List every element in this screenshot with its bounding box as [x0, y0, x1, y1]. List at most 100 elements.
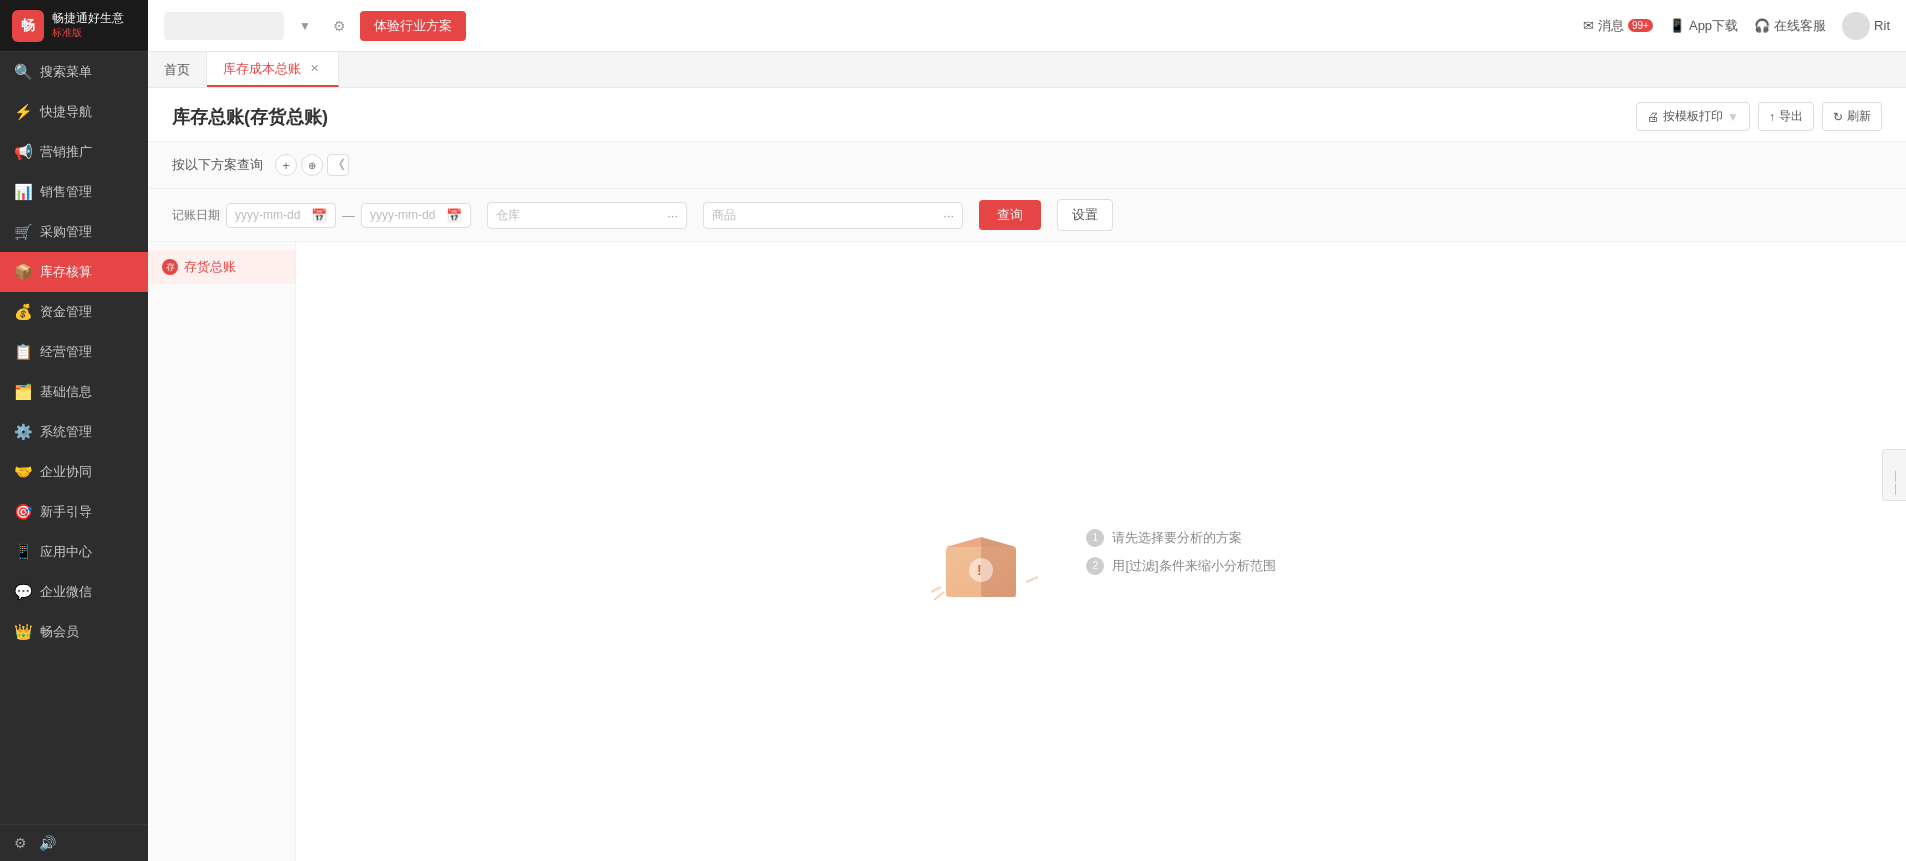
- chart-icon: 📊: [14, 183, 32, 201]
- app-download-button[interactable]: 📱 App下载: [1669, 17, 1738, 35]
- tab-home-label: 首页: [164, 61, 190, 79]
- sidebar-item-quick-nav[interactable]: ⚡ 快捷导航: [0, 92, 148, 132]
- target-icon: 🎯: [14, 503, 32, 521]
- box-icon: 📦: [14, 263, 32, 281]
- svg-marker-2: [981, 537, 1016, 547]
- sidebar-item-label: 采购管理: [40, 223, 92, 241]
- header-right: ✉ 消息 99+ 📱 App下载 🎧 在线客服 Rit: [1583, 12, 1890, 40]
- online-support-button[interactable]: 🎧 在线客服: [1754, 17, 1826, 35]
- sidebar-menu: 🔍 搜索菜单 ⚡ 快捷导航 📢 营销推广 📊 销售管理 🛒 采购管理 📦 库存核…: [0, 52, 148, 824]
- empty-step1-text: 请先选择要分析的方案: [1112, 529, 1242, 547]
- logo-sub: 标准版: [52, 26, 124, 40]
- sidebar-item-label: 库存核算: [40, 263, 92, 281]
- sidebar-item-label: 销售管理: [40, 183, 92, 201]
- print-label: 按模板打印: [1663, 108, 1723, 125]
- sidebar-item-finance[interactable]: 💰 资金管理: [0, 292, 148, 332]
- sidebar-item-member[interactable]: 👑 畅会员: [0, 612, 148, 652]
- nav-settings-btn[interactable]: ⚙: [326, 13, 352, 39]
- footer-icons: ⚙ 🔊: [14, 835, 56, 851]
- tab-inventory-label: 库存成本总账: [223, 60, 301, 78]
- print-dropdown-icon: ▼: [1727, 110, 1739, 124]
- settings-button[interactable]: 设置: [1057, 199, 1113, 231]
- filter-label: 按以下方案查询: [172, 156, 263, 174]
- print-button[interactable]: 🖨 按模板打印 ▼: [1636, 102, 1750, 131]
- avatar: [1842, 12, 1870, 40]
- goods-selector[interactable]: 商品 ···: [703, 202, 963, 229]
- tab-bar: 首页 库存成本总账 ✕: [148, 52, 1906, 88]
- industry-solution-button[interactable]: 体验行业方案: [360, 11, 466, 41]
- sidebar-item-basic[interactable]: 🗂️ 基础信息: [0, 372, 148, 412]
- logo-text: 畅捷通好生意: [52, 11, 124, 27]
- tab-close-icon[interactable]: ✕: [307, 61, 322, 76]
- right-panel-toggle[interactable]: ｜｜: [1882, 449, 1906, 501]
- message-icon: ✉: [1583, 18, 1594, 33]
- clipboard-icon: 📋: [14, 343, 32, 361]
- sidebar-item-wechat[interactable]: 💬 企业微信: [0, 572, 148, 612]
- content-panel: 库存总账(存货总账) 🖨 按模板打印 ▼ ↑ 导出 ↻ 刷新 按以下方案查询: [148, 88, 1906, 861]
- sidebar-item-label: 基础信息: [40, 383, 92, 401]
- app-download-label: App下载: [1689, 17, 1738, 35]
- calendar-end-icon: 📅: [446, 208, 462, 223]
- messages-button[interactable]: ✉ 消息 99+: [1583, 17, 1653, 35]
- filter-collapse-button[interactable]: 《: [327, 154, 349, 176]
- step-num-1: 1: [1086, 529, 1104, 547]
- sidebar-item-system[interactable]: ⚙️ 系统管理: [0, 412, 148, 452]
- tab-inventory-ledger[interactable]: 库存成本总账 ✕: [207, 52, 339, 87]
- page-actions: 🖨 按模板打印 ▼ ↑ 导出 ↻ 刷新: [1636, 102, 1882, 131]
- sidebar-item-search[interactable]: 🔍 搜索菜单: [0, 52, 148, 92]
- audio-footer-icon[interactable]: 🔊: [39, 835, 56, 851]
- date-label: 记账日期: [172, 207, 220, 224]
- sidebar-item-sales[interactable]: 📊 销售管理: [0, 172, 148, 212]
- refresh-button[interactable]: ↻ 刷新: [1822, 102, 1882, 131]
- scheme-content-area: 存 存货总账: [148, 242, 1906, 861]
- user-name: Rit: [1874, 18, 1890, 33]
- page-header: 库存总账(存货总账) 🖨 按模板打印 ▼ ↑ 导出 ↻ 刷新: [148, 88, 1906, 142]
- sidebar-footer: ⚙ 🔊: [0, 824, 148, 861]
- step-num-2: 2: [1086, 557, 1104, 575]
- refresh-label: 刷新: [1847, 108, 1871, 125]
- export-button[interactable]: ↑ 导出: [1758, 102, 1814, 131]
- folder-icon: 🗂️: [14, 383, 32, 401]
- sidebar-item-label: 企业微信: [40, 583, 92, 601]
- mobile-icon: 📱: [14, 543, 32, 561]
- settings-footer-icon[interactable]: ⚙: [14, 835, 27, 851]
- search-icon: 🔍: [14, 63, 32, 81]
- chat-icon: 💬: [14, 583, 32, 601]
- empty-step-1: 1 请先选择要分析的方案: [1086, 529, 1275, 547]
- date-end-input[interactable]: yyyy-mm-dd 📅: [361, 203, 471, 228]
- nav-dropdown-btn[interactable]: ▼: [292, 13, 318, 39]
- main-area: ▼ ⚙ 体验行业方案 ✉ 消息 99+ 📱 App下载 🎧 在线客服 Rit: [148, 0, 1906, 861]
- sidebar-item-marketing[interactable]: 📢 营销推广: [0, 132, 148, 172]
- calendar-start-icon: 📅: [311, 208, 327, 223]
- date-start-input[interactable]: yyyy-mm-dd 📅: [226, 203, 336, 228]
- warehouse-selector[interactable]: 仓库 ···: [487, 202, 687, 229]
- sidebar-item-label: 资金管理: [40, 303, 92, 321]
- filter-add-button[interactable]: +: [275, 154, 297, 176]
- sidebar: 畅 畅捷通好生意 标准版 🔍 搜索菜单 ⚡ 快捷导航 📢 营销推广 📊 销售管理…: [0, 0, 148, 861]
- handshake-icon: 🤝: [14, 463, 32, 481]
- scheme-sidebar: 存 存货总账: [148, 242, 296, 861]
- print-icon: 🖨: [1647, 110, 1659, 124]
- empty-box-svg: !: [926, 492, 1046, 612]
- sidebar-item-label: 搜索菜单: [40, 63, 92, 81]
- sidebar-item-label: 系统管理: [40, 423, 92, 441]
- sidebar-item-purchase[interactable]: 🛒 采购管理: [0, 212, 148, 252]
- sidebar-item-newbie[interactable]: 🎯 新手引导: [0, 492, 148, 532]
- tab-home[interactable]: 首页: [148, 52, 207, 87]
- date-separator: —: [342, 208, 355, 223]
- user-profile[interactable]: Rit: [1842, 12, 1890, 40]
- message-label: 消息: [1598, 17, 1624, 35]
- export-label: 导出: [1779, 108, 1803, 125]
- filter-circle-button2[interactable]: ⊕: [301, 154, 323, 176]
- sidebar-item-apps[interactable]: 📱 应用中心: [0, 532, 148, 572]
- logo-text-area: 畅捷通好生意 标准版: [52, 11, 124, 41]
- online-support-label: 在线客服: [1774, 17, 1826, 35]
- scheme-item-inventory-ledger[interactable]: 存 存货总账: [148, 250, 295, 284]
- sidebar-item-operation[interactable]: 📋 经营管理: [0, 332, 148, 372]
- svg-text:!: !: [977, 562, 982, 578]
- query-button[interactable]: 查询: [979, 200, 1041, 230]
- header-nav-area: ▼ ⚙ 体验行业方案: [164, 11, 1573, 41]
- nav-breadcrumb: [164, 12, 284, 40]
- sidebar-item-cooperation[interactable]: 🤝 企业协同: [0, 452, 148, 492]
- sidebar-item-inventory[interactable]: 📦 库存核算: [0, 252, 148, 292]
